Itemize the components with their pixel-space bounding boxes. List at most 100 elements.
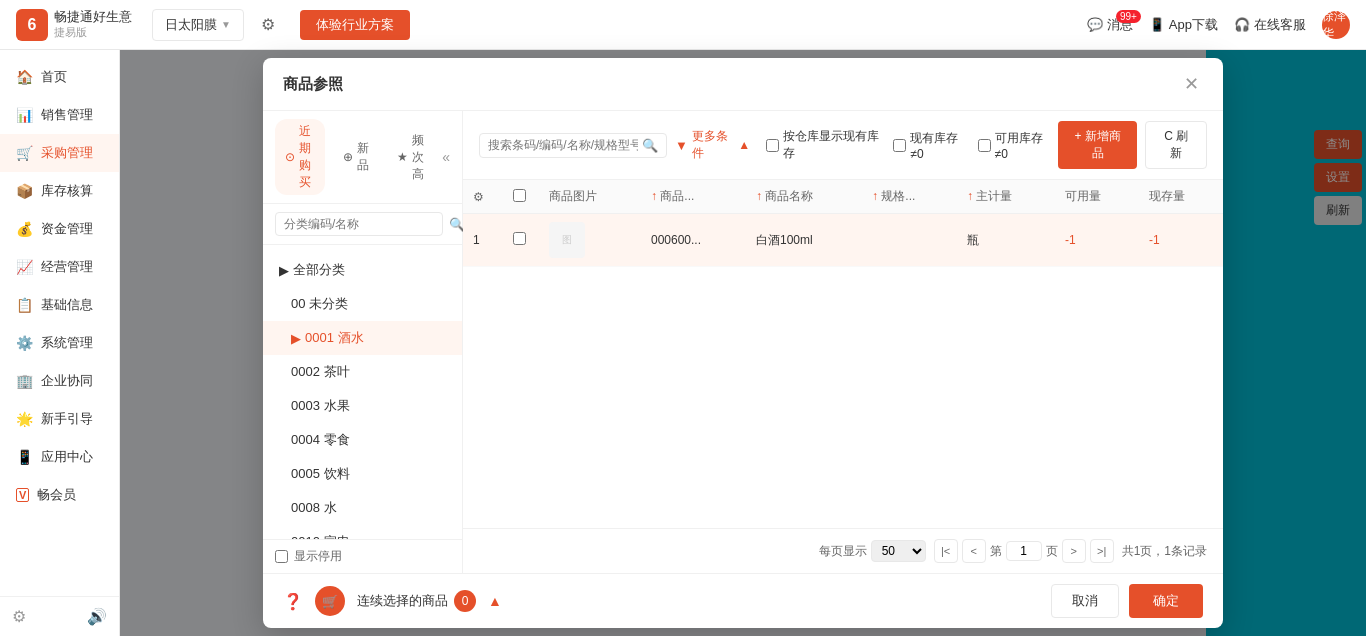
sidebar-item-inventory[interactable]: 📦 库存核算 (0, 172, 119, 210)
sidebar-item-basic[interactable]: 📋 基础信息 (0, 286, 119, 324)
category-all[interactable]: ▶ 全部分类 (263, 253, 462, 287)
list-item[interactable]: 0003 水果 (263, 389, 462, 423)
product-stock: -1 (1149, 233, 1160, 247)
product-search-box: 🔍 (479, 133, 667, 158)
cat-label-4: 0004 零食 (291, 431, 350, 449)
sidebar-label-member: 畅会员 (37, 486, 76, 504)
continuous-select-area: 连续选择的商品 0 (357, 590, 476, 612)
row-checkbox-cell (503, 214, 539, 267)
sidebar-label-apps: 应用中心 (41, 448, 93, 466)
row-checkbox[interactable] (513, 232, 526, 245)
cart-button[interactable]: 🛒 (315, 586, 345, 616)
online-service-button[interactable]: 🎧 在线客服 (1234, 16, 1306, 34)
store-name: 日太阳膜 (165, 16, 217, 34)
enterprise-icon: 🏢 (16, 373, 33, 389)
list-item[interactable]: 0008 水 (263, 491, 462, 525)
close-icon[interactable]: ✕ (1179, 72, 1203, 96)
col-name-label: 商品名称 (765, 189, 813, 203)
collapse-panel-icon[interactable]: « (442, 149, 450, 165)
list-item[interactable]: 0002 茶叶 (263, 355, 462, 389)
star-icon: ★ (397, 150, 408, 164)
settings-icon[interactable]: ⚙ (252, 9, 284, 41)
add-product-button[interactable]: + 新增商品 (1058, 121, 1137, 169)
list-item[interactable]: 0010 家电 (263, 525, 462, 539)
show-disabled-area: 显示停用 (263, 539, 462, 573)
sidebar-item-sales[interactable]: 📊 销售管理 (0, 96, 119, 134)
filter-button[interactable]: ▼ 更多条件 ▲ (675, 128, 750, 162)
product-toolbar: 🔍 ▼ 更多条件 ▲ 按仓库显示现有库存 (463, 111, 1223, 180)
table-settings-icon[interactable]: ⚙ (473, 190, 484, 204)
settings-bottom-icon[interactable]: ⚙ (12, 607, 26, 626)
confirm-button[interactable]: 确定 (1129, 584, 1203, 618)
dialog-footer: ❓ 🛒 连续选择的商品 0 ▲ 取消 确定 (263, 573, 1223, 628)
username: 徐泽华 (1322, 8, 1350, 42)
page-size-selector: 每页显示 50 20 100 (819, 540, 926, 562)
sidebar-label-enterprise: 企业协同 (41, 372, 93, 390)
show-disabled-checkbox[interactable] (275, 550, 288, 563)
sidebar-label-system: 系统管理 (41, 334, 93, 352)
page-unit: 页 (1046, 543, 1058, 560)
sidebar-item-operations[interactable]: 📈 经营管理 (0, 248, 119, 286)
checkbox-warehouse-stock[interactable]: 按仓库显示现有库存 (766, 128, 881, 162)
col-spec-label: 规格... (881, 189, 915, 203)
sidebar-item-guide[interactable]: 🌟 新手引导 (0, 400, 119, 438)
row-stock-cell: -1 (1139, 214, 1223, 267)
dialog-header: 商品参照 ✕ (263, 58, 1223, 111)
th-name: ↑ 商品名称 (746, 180, 862, 214)
list-item[interactable]: 0005 饮料 (263, 457, 462, 491)
checkbox-available-label: 可用库存≠0 (995, 130, 1050, 161)
sidebar-item-system[interactable]: ⚙️ 系统管理 (0, 324, 119, 362)
sidebar-item-enterprise[interactable]: 🏢 企业协同 (0, 362, 119, 400)
tab-recent-purchase[interactable]: ⊙ 近期购买 (275, 119, 325, 195)
table-body: 1 图 000600... (463, 214, 1223, 267)
last-page-button[interactable]: >| (1090, 539, 1114, 563)
avatar[interactable]: 徐泽华 (1322, 11, 1350, 39)
search-icon[interactable]: 🔍 (642, 138, 658, 153)
list-item[interactable]: 00 未分类 (263, 287, 462, 321)
sidebar-item-purchase[interactable]: 🛒 采购管理 (0, 134, 119, 172)
cancel-button[interactable]: 取消 (1051, 584, 1119, 618)
product-reference-dialog: 商品参照 ✕ ⊙ 近期购买 ⊕ 新 (263, 58, 1223, 628)
select-all-checkbox[interactable] (513, 189, 526, 202)
sidebar: 🏠 首页 📊 销售管理 🛒 采购管理 📦 库存核算 💰 资金管理 📈 经营管理 … (0, 50, 120, 636)
sort-up-icon: ↑ (651, 189, 657, 203)
refresh-button[interactable]: C 刷新 (1145, 121, 1207, 169)
store-selector[interactable]: 日太阳膜 ▼ (152, 9, 244, 41)
collapse-up-icon[interactable]: ▲ (488, 593, 502, 609)
tab-new-product[interactable]: ⊕ 新品 (333, 136, 379, 178)
experience-button[interactable]: 体验行业方案 (300, 10, 410, 40)
main-layout: 🏠 首页 📊 销售管理 🛒 采购管理 📦 库存核算 💰 资金管理 📈 经营管理 … (0, 50, 1366, 636)
checkbox-available-stock-input[interactable] (978, 139, 991, 152)
checkbox-current-label: 现有库存≠0 (910, 130, 965, 161)
app-download-button[interactable]: 📱 App下载 (1149, 16, 1218, 34)
sidebar-item-apps[interactable]: 📱 应用中心 (0, 438, 119, 476)
product-available: -1 (1065, 233, 1076, 247)
checkbox-warehouse-stock-input[interactable] (766, 139, 779, 152)
list-item[interactable]: 0004 零食 (263, 423, 462, 457)
table-row[interactable]: 1 图 000600... (463, 214, 1223, 267)
sort-icon-unit: ↑ (967, 189, 973, 203)
product-search-input[interactable] (488, 138, 638, 152)
checkbox-current-stock[interactable]: 现有库存≠0 (893, 130, 965, 161)
home-icon: 🏠 (16, 69, 33, 85)
help-icon[interactable]: ❓ (283, 592, 303, 611)
tab-frequent[interactable]: ★ 频次高 (387, 128, 434, 187)
category-search-input[interactable] (275, 212, 443, 236)
messages-button[interactable]: 💬 消息 99+ (1087, 16, 1133, 34)
sidebar-item-member[interactable]: V 畅会员 (0, 476, 119, 514)
sidebar-item-home[interactable]: 🏠 首页 (0, 58, 119, 96)
per-page-label: 每页显示 (819, 543, 867, 560)
sidebar-item-finance[interactable]: 💰 资金管理 (0, 210, 119, 248)
page-number-input[interactable] (1006, 541, 1042, 561)
volume-icon[interactable]: 🔊 (87, 607, 107, 626)
checkbox-available-stock[interactable]: 可用库存≠0 (978, 130, 1050, 161)
first-page-button[interactable]: |< (934, 539, 958, 563)
list-item[interactable]: ▶ 0001 酒水 (263, 321, 462, 355)
col-image-label: 商品图片 (549, 189, 597, 203)
header-right: 💬 消息 99+ 📱 App下载 🎧 在线客服 徐泽华 (1087, 11, 1350, 39)
prev-page-button[interactable]: < (962, 539, 986, 563)
per-page-select[interactable]: 50 20 100 (871, 540, 926, 562)
next-page-button[interactable]: > (1062, 539, 1086, 563)
checkbox-current-stock-input[interactable] (893, 139, 906, 152)
dialog-body: ⊙ 近期购买 ⊕ 新品 ★ 频次高 « (263, 111, 1223, 573)
